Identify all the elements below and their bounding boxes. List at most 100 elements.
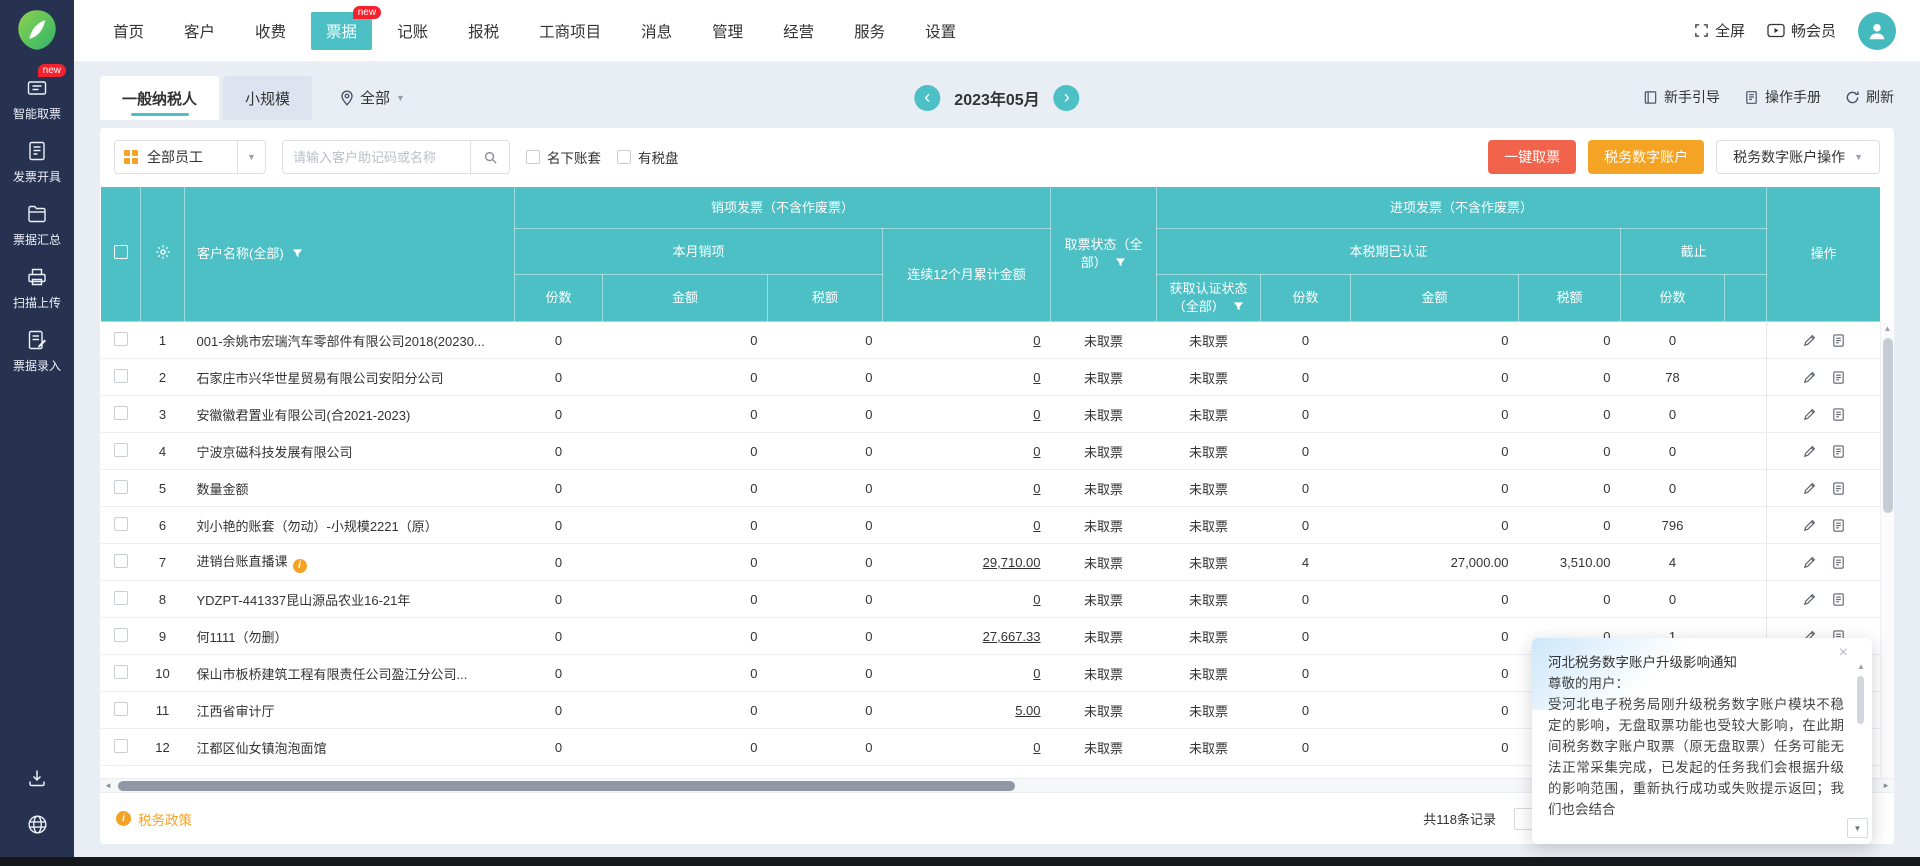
checkbox-own-accounts[interactable]: 名下账套 — [526, 147, 601, 167]
invoice-detail-icon[interactable] — [1831, 555, 1846, 570]
edit-icon[interactable] — [1802, 481, 1817, 496]
topnav-item-11[interactable]: 服务 — [839, 12, 900, 50]
row-checkbox[interactable] — [113, 331, 128, 346]
employee-dropdown[interactable]: 全部员工 ▼ — [114, 140, 266, 174]
cumulative-amount-link[interactable]: 0 — [1033, 370, 1040, 385]
next-month-button[interactable]: › — [1053, 85, 1080, 111]
cumulative-amount-link[interactable]: 0 — [1033, 444, 1040, 459]
checkbox-has-tax-disk[interactable]: 有税盘 — [617, 147, 679, 167]
tab-label: 一般纳税人 — [122, 91, 198, 108]
row-checkbox[interactable] — [113, 627, 128, 642]
gear-icon[interactable] — [155, 244, 171, 260]
topnav-item-6[interactable]: 报税 — [453, 12, 514, 50]
invoice-detail-icon[interactable] — [1831, 592, 1846, 607]
topnav-item-8[interactable]: 消息 — [626, 12, 687, 50]
sidebar-item-scan-upload[interactable]: 扫描上传 — [0, 256, 74, 319]
cumulative-amount-link[interactable]: 0 — [1033, 333, 1040, 348]
scrollbar-thumb[interactable] — [1883, 338, 1893, 513]
search-button[interactable] — [470, 140, 510, 174]
row-checkbox[interactable] — [113, 738, 128, 753]
manual-link[interactable]: 操作手册 — [1744, 87, 1821, 107]
topnav-item-3[interactable]: 收费 — [240, 12, 301, 50]
cumulative-amount-link[interactable]: 0 — [1033, 481, 1040, 496]
sidebar-item-invoice-issue[interactable]: 发票开具 — [0, 130, 74, 193]
topnav-item-5[interactable]: 记账 — [382, 12, 443, 50]
info-icon[interactable]: i — [292, 558, 307, 573]
region-selector[interactable]: 全部 ▼ — [340, 87, 405, 120]
invoice-detail-icon[interactable] — [1831, 481, 1846, 496]
refresh-link[interactable]: 刷新 — [1845, 87, 1894, 107]
row-checkbox[interactable] — [113, 479, 128, 494]
row-checkbox[interactable] — [113, 590, 128, 605]
sidebar-item-smart-fetch[interactable]: new 智能取票 — [0, 64, 74, 130]
scrollbar-thumb[interactable] — [118, 781, 1015, 791]
scroll-up-icon[interactable]: ▲ — [1881, 321, 1894, 336]
tax-digital-account-ops-button[interactable]: 税务数字账户操作 ▼ — [1716, 140, 1880, 174]
download-icon[interactable] — [26, 767, 48, 789]
cumulative-amount-link[interactable]: 29,710.00 — [983, 555, 1041, 570]
topnav-item-1[interactable]: 首页 — [98, 12, 159, 50]
edit-icon[interactable] — [1802, 407, 1817, 422]
scrollbar-thumb[interactable] — [1857, 676, 1864, 724]
edit-icon[interactable] — [1802, 370, 1817, 385]
scroll-up-icon[interactable]: ▲ — [1853, 662, 1869, 671]
topnav-item-2[interactable]: 客户 — [169, 12, 230, 50]
row-checkbox[interactable] — [113, 442, 128, 457]
edit-icon[interactable] — [1802, 555, 1817, 570]
row-checkbox[interactable] — [113, 701, 128, 716]
row-checkbox[interactable] — [113, 664, 128, 679]
row-checkbox[interactable] — [113, 405, 128, 420]
invoice-detail-icon[interactable] — [1831, 518, 1846, 533]
edit-icon[interactable] — [1802, 592, 1817, 607]
topnav-item-4[interactable]: 票据 new — [311, 5, 382, 50]
topnav-item-12[interactable]: 设置 — [910, 12, 971, 50]
topnav-item-10[interactable]: 经营 — [768, 12, 829, 50]
filter-icon[interactable] — [292, 248, 303, 259]
cumulative-amount-link[interactable]: 0 — [1033, 592, 1040, 607]
cumulative-amount-link[interactable]: 0 — [1033, 518, 1040, 533]
edit-icon[interactable] — [1802, 518, 1817, 533]
search-input[interactable] — [282, 140, 470, 174]
tab-small-scale[interactable]: 小规模 — [223, 76, 313, 120]
row-checkbox[interactable] — [113, 516, 128, 531]
filter-icon[interactable] — [1233, 301, 1244, 312]
vertical-scrollbar[interactable]: ▲ — [1880, 321, 1894, 778]
cumulative-amount-link[interactable]: 0 — [1033, 407, 1040, 422]
tax-digital-account-button[interactable]: 税务数字账户 — [1588, 140, 1705, 174]
globe-icon[interactable] — [26, 813, 49, 836]
cumulative-amount-link[interactable]: 0 — [1033, 740, 1040, 755]
scroll-right-icon[interactable]: ► — [1882, 781, 1890, 790]
scroll-down-icon[interactable]: ▼ — [1847, 818, 1868, 838]
one-key-fetch-button[interactable]: 一键取票 — [1488, 140, 1577, 174]
invoice-detail-icon[interactable] — [1831, 444, 1846, 459]
cumulative-amount-link[interactable]: 5.00 — [1015, 703, 1040, 718]
scroll-left-icon[interactable]: ◄ — [104, 781, 112, 790]
app-logo[interactable] — [15, 8, 59, 57]
customer-name: 刘小艳的账套（勿动）-小规模2221（原） — [196, 518, 438, 534]
region-label: 全部 — [360, 90, 391, 107]
tab-general-taxpayer[interactable]: 一般纳税人 — [100, 76, 220, 120]
cumulative-amount-link[interactable]: 0 — [1033, 666, 1040, 681]
row-checkbox[interactable] — [113, 553, 128, 568]
select-all-checkbox[interactable] — [113, 244, 128, 259]
sidebar-item-invoice-entry[interactable]: 票据录入 — [0, 319, 74, 382]
cumulative-cell: 0 — [882, 728, 1051, 766]
invoice-detail-icon[interactable] — [1831, 370, 1846, 385]
cumulative-amount-link[interactable]: 27,667.33 — [983, 629, 1041, 644]
row-checkbox[interactable] — [113, 368, 128, 383]
sales-count-cell: 0 — [514, 432, 603, 470]
guide-link[interactable]: 新手引导 — [1643, 87, 1720, 107]
sidebar-item-invoice-summary[interactable]: 票据汇总 — [0, 193, 74, 256]
tax-policy-link[interactable]: i 税务政策 — [116, 809, 192, 829]
edit-icon[interactable] — [1802, 333, 1817, 348]
fullscreen-button[interactable]: 全屏 — [1694, 20, 1745, 41]
topnav-item-7[interactable]: 工商项目 — [524, 12, 616, 50]
avatar[interactable] — [1858, 11, 1896, 50]
edit-icon[interactable] — [1802, 444, 1817, 459]
invoice-detail-icon[interactable] — [1831, 333, 1846, 348]
member-button[interactable]: 畅会员 — [1767, 20, 1836, 41]
topnav-item-9[interactable]: 管理 — [697, 12, 758, 50]
prev-month-button[interactable]: ‹ — [914, 85, 941, 111]
invoice-detail-icon[interactable] — [1831, 407, 1846, 422]
filter-icon[interactable] — [1115, 257, 1126, 268]
